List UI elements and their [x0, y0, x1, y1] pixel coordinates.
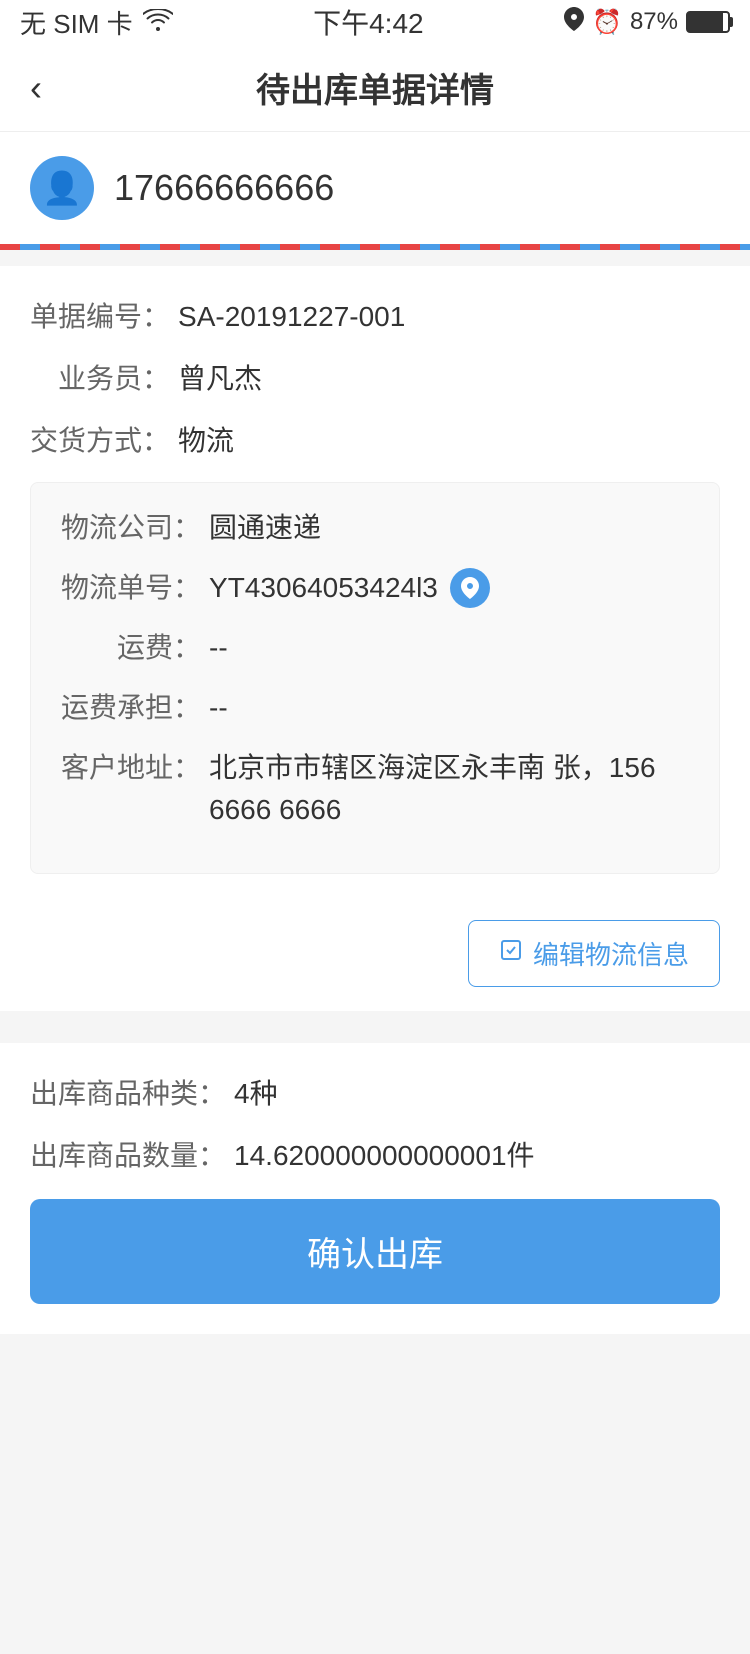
confirm-button[interactable]: 确认出库 [30, 1199, 720, 1304]
wifi-icon [143, 7, 173, 38]
edit-logistics-label: 编辑物流信息 [533, 935, 689, 972]
status-bar: 无 SIM 卡 下午4:42 ⏰ 87% [0, 0, 750, 44]
freight-bear-row: 运费承担： -- [61, 687, 689, 729]
freight-value: -- [209, 627, 689, 669]
gray-spacer [0, 1314, 750, 1514]
freight-row: 运费： -- [61, 627, 689, 669]
edit-logistics-button[interactable]: 编辑物流信息 [468, 920, 720, 987]
order-no-label: 单据编号： [30, 296, 170, 338]
tracking-no-label: 物流单号： [61, 567, 201, 609]
carrier-label: 无 SIM 卡 [20, 4, 133, 41]
battery-icon [686, 11, 730, 33]
status-right: ⏰ 87% [564, 7, 730, 38]
location-status-icon [564, 7, 584, 38]
avatar-icon: 👤 [42, 169, 82, 207]
customer-phone: 17666666666 [114, 167, 334, 209]
salesperson-value: 曾凡杰 [178, 358, 720, 400]
nav-bar: ‹ 待出库单据详情 [0, 44, 750, 132]
tracking-location-icon[interactable] [450, 568, 490, 608]
logistics-company-row: 物流公司： 圆通速递 [61, 507, 689, 549]
battery-label: 87% [630, 8, 678, 36]
confirm-btn-wrapper: 确认出库 [0, 1179, 750, 1334]
tracking-no-value: YT43064053424l3 [209, 567, 689, 609]
delivery-method-value: 物流 [178, 420, 720, 462]
tracking-no-row: 物流单号： YT43064053424l3 [61, 567, 689, 609]
goods-quantity-value: 14.620000000000001件 [234, 1135, 720, 1177]
address-row: 客户地址： 北京市市辖区海淀区永丰南 张，156 6666 6666 [61, 747, 689, 831]
delivery-method-row: 交货方式： 物流 [30, 420, 720, 462]
freight-label: 运费： [61, 627, 201, 669]
goods-quantity-row: 出库商品数量： 14.620000000000001件 [30, 1135, 720, 1177]
freight-bear-label: 运费承担： [61, 687, 201, 729]
back-button[interactable]: ‹ [30, 67, 42, 109]
status-left: 无 SIM 卡 [20, 4, 173, 41]
goods-quantity-label: 出库商品数量： [30, 1135, 226, 1177]
address-value: 北京市市辖区海淀区永丰南 张，156 6666 6666 [209, 747, 689, 831]
goods-type-row: 出库商品种类： 4种 [30, 1073, 720, 1115]
avatar: 👤 [30, 156, 94, 220]
delivery-method-label: 交货方式： [30, 420, 170, 462]
logistics-company-value: 圆通速递 [209, 507, 689, 549]
goods-type-value: 4种 [234, 1073, 720, 1115]
dashed-separator [0, 244, 750, 250]
edit-btn-container: 编辑物流信息 [0, 904, 750, 1011]
salesperson-row: 业务员： 曾凡杰 [30, 358, 720, 400]
edit-icon [499, 938, 523, 969]
order-no-value: SA-20191227-001 [178, 296, 720, 338]
salesperson-label: 业务员： [30, 358, 170, 400]
logistics-card: 物流公司： 圆通速递 物流单号： YT43064053424l3 运费： -- [30, 482, 720, 874]
freight-bear-value: -- [209, 687, 689, 729]
alarm-icon: ⏰ [592, 8, 622, 37]
customer-header: 👤 17666666666 [0, 132, 750, 244]
order-info-section: 单据编号： SA-20191227-001 业务员： 曾凡杰 交货方式： 物流 … [0, 266, 750, 904]
time-label: 下午4:42 [313, 2, 424, 42]
order-no-row: 单据编号： SA-20191227-001 [30, 296, 720, 338]
logistics-company-label: 物流公司： [61, 507, 201, 549]
section-divider-1 [0, 1011, 750, 1027]
address-label: 客户地址： [61, 747, 201, 831]
bottom-padding [0, 1514, 750, 1634]
goods-type-label: 出库商品种类： [30, 1073, 226, 1115]
page-title: 待出库单据详情 [256, 63, 494, 112]
